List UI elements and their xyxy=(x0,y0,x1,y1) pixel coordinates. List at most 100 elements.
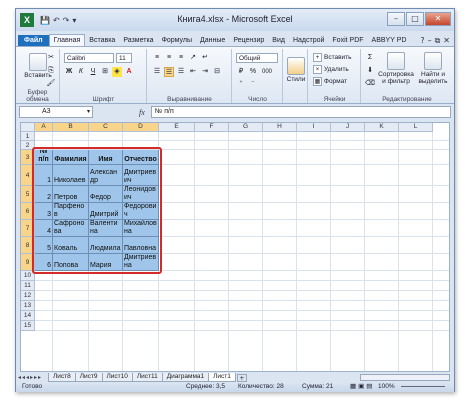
align-middle-icon[interactable]: ≡ xyxy=(164,53,174,63)
tab-file[interactable]: Файл xyxy=(18,35,49,46)
minimize-button[interactable]: – xyxy=(387,12,405,26)
excel-app-icon[interactable]: X xyxy=(20,13,34,27)
table-cell[interactable]: 2 xyxy=(35,186,53,203)
font-size-dropdown[interactable]: 11 xyxy=(116,53,132,63)
row-header-6[interactable]: 6 xyxy=(21,203,35,220)
table-cell[interactable]: Леонидович xyxy=(123,186,159,203)
customize-qat-icon[interactable]: ▾ xyxy=(72,16,76,25)
table-cell[interactable]: Федорович xyxy=(123,203,159,220)
insert-cells-row[interactable]: + Вставить xyxy=(313,53,352,62)
cut-icon[interactable]: ✂ xyxy=(46,53,56,63)
table-header-cell[interactable]: Фамилия xyxy=(53,150,89,165)
format-cells-row[interactable]: ▦ Формат xyxy=(313,77,347,86)
tab-addins[interactable]: Надстрой xyxy=(289,35,328,46)
sheet-tab[interactable]: Лист1 xyxy=(208,373,236,382)
thousands-button[interactable]: 000 xyxy=(260,67,274,77)
sheet-tab[interactable]: Лист8 xyxy=(48,373,76,382)
table-cell[interactable]: Дмитриевич xyxy=(123,165,159,186)
column-header-j[interactable]: J xyxy=(331,123,365,132)
table-cell[interactable]: 5 xyxy=(35,237,53,254)
align-left-icon[interactable]: ☰ xyxy=(152,67,162,77)
name-box[interactable]: A3 ▾ xyxy=(19,106,93,118)
table-cell[interactable]: Дмитриевна xyxy=(123,254,159,271)
format-painter-icon[interactable]: 🖌 xyxy=(46,79,56,89)
sheet-tab[interactable]: Диаграмма1 xyxy=(161,373,210,382)
font-color-icon[interactable]: A xyxy=(124,67,134,77)
column-header-d[interactable]: D xyxy=(123,123,159,132)
row-header-8[interactable]: 8 xyxy=(21,237,35,254)
table-header-cell[interactable]: Имя xyxy=(89,150,123,165)
sheet-tab[interactable]: Лист11 xyxy=(131,373,163,382)
redo-icon[interactable]: ↷ xyxy=(63,16,70,25)
orientation-icon[interactable]: ↗ xyxy=(188,53,198,63)
row-header-4[interactable]: 4 xyxy=(21,165,35,186)
table-cell[interactable]: Михайловна xyxy=(123,220,159,237)
table-cell[interactable]: Александр xyxy=(89,165,123,186)
indent-increase-icon[interactable]: ⇥ xyxy=(200,67,210,77)
table-cell[interactable]: Петров xyxy=(53,186,89,203)
tab-home[interactable]: Главная xyxy=(48,34,86,46)
horizontal-scrollbar[interactable] xyxy=(360,374,450,381)
align-center-icon[interactable]: ☰ xyxy=(164,67,174,77)
row-header-11[interactable]: 11 xyxy=(21,281,35,291)
sort-filter-button[interactable]: Сортировка и фильтр xyxy=(378,52,414,85)
sheet-navigation-arrows[interactable]: ◂◂◂▸▸▸ xyxy=(18,374,48,381)
column-header-i[interactable]: I xyxy=(297,123,331,132)
decrease-decimal-icon[interactable]: ⁻ xyxy=(248,79,258,89)
zoom-level[interactable]: 100% xyxy=(378,382,395,392)
underline-button[interactable]: Ч xyxy=(88,67,98,77)
font-name-dropdown[interactable]: Calibri xyxy=(64,53,114,63)
table-cell[interactable]: Попова xyxy=(53,254,89,271)
column-header-c[interactable]: C xyxy=(89,123,123,132)
workbook-close-icon[interactable]: ✕ xyxy=(443,36,450,46)
table-cell[interactable]: Павловна xyxy=(123,237,159,254)
percent-button[interactable]: % xyxy=(248,67,258,77)
select-all-corner[interactable] xyxy=(21,123,35,132)
table-cell[interactable]: 4 xyxy=(35,220,53,237)
row-header-10[interactable]: 10 xyxy=(21,271,35,281)
tab-data[interactable]: Данные xyxy=(196,35,229,46)
table-cell[interactable]: Дмитрий xyxy=(89,203,123,220)
new-sheet-icon[interactable]: + xyxy=(236,373,247,382)
wrap-text-icon[interactable]: ↵ xyxy=(200,53,210,63)
tab-abbyy-pdf[interactable]: ABBYY PD xyxy=(368,35,411,46)
zoom-slider[interactable] xyxy=(401,386,445,387)
table-cell[interactable]: Коваль xyxy=(53,237,89,254)
increase-decimal-icon[interactable]: ⁺ xyxy=(236,79,246,89)
formula-input[interactable]: № п/п xyxy=(150,106,451,118)
view-buttons[interactable]: ▦▣▤ xyxy=(350,382,374,392)
spreadsheet-grid[interactable]: A B C D E F G H I J K L 1 2 3 4 5 6 7 8 9 10 11 12 13 14 15 № п/п Фа… xyxy=(20,122,450,372)
undo-icon[interactable]: ↶ xyxy=(53,16,60,25)
column-header-g[interactable]: G xyxy=(229,123,263,132)
bold-button[interactable]: Ж xyxy=(64,67,74,77)
fill-icon[interactable]: ⬇ xyxy=(365,66,375,76)
tab-page-layout[interactable]: Разметка xyxy=(119,35,157,46)
copy-icon[interactable]: ⎘ xyxy=(46,66,56,76)
workbook-minimize-icon[interactable]: – xyxy=(428,36,432,46)
table-header-cell[interactable]: № п/п xyxy=(35,150,53,165)
tab-foxit-pdf[interactable]: Foxit PDF xyxy=(328,35,367,46)
row-header-9[interactable]: 9 xyxy=(21,254,35,271)
row-header-15[interactable]: 15 xyxy=(21,321,35,331)
row-header-1[interactable]: 1 xyxy=(21,132,35,141)
maximize-button[interactable]: □ xyxy=(406,12,424,26)
align-bottom-icon[interactable]: ≡ xyxy=(176,53,186,63)
column-header-f[interactable]: F xyxy=(195,123,229,132)
column-header-l[interactable]: L xyxy=(399,123,433,132)
row-header-13[interactable]: 13 xyxy=(21,301,35,311)
column-header-k[interactable]: K xyxy=(365,123,399,132)
help-icon[interactable]: ? xyxy=(420,36,424,46)
table-cell[interactable]: 3 xyxy=(35,203,53,220)
table-cell[interactable]: Валентина xyxy=(89,220,123,237)
styles-button[interactable]: Стили xyxy=(285,57,307,83)
column-header-h[interactable]: H xyxy=(263,123,297,132)
tab-formulas[interactable]: Формулы xyxy=(158,35,196,46)
table-cell[interactable]: Сафронова xyxy=(53,220,89,237)
currency-icon[interactable]: ₽ xyxy=(236,67,246,77)
italic-button[interactable]: К xyxy=(76,67,86,77)
align-right-icon[interactable]: ☰ xyxy=(176,67,186,77)
sheet-tab[interactable]: Лист9 xyxy=(74,373,103,382)
tab-review[interactable]: Рецензир xyxy=(229,35,268,46)
workbook-restore-icon[interactable]: ⧉ xyxy=(435,36,441,46)
borders-icon[interactable]: ⊞ xyxy=(100,67,110,77)
